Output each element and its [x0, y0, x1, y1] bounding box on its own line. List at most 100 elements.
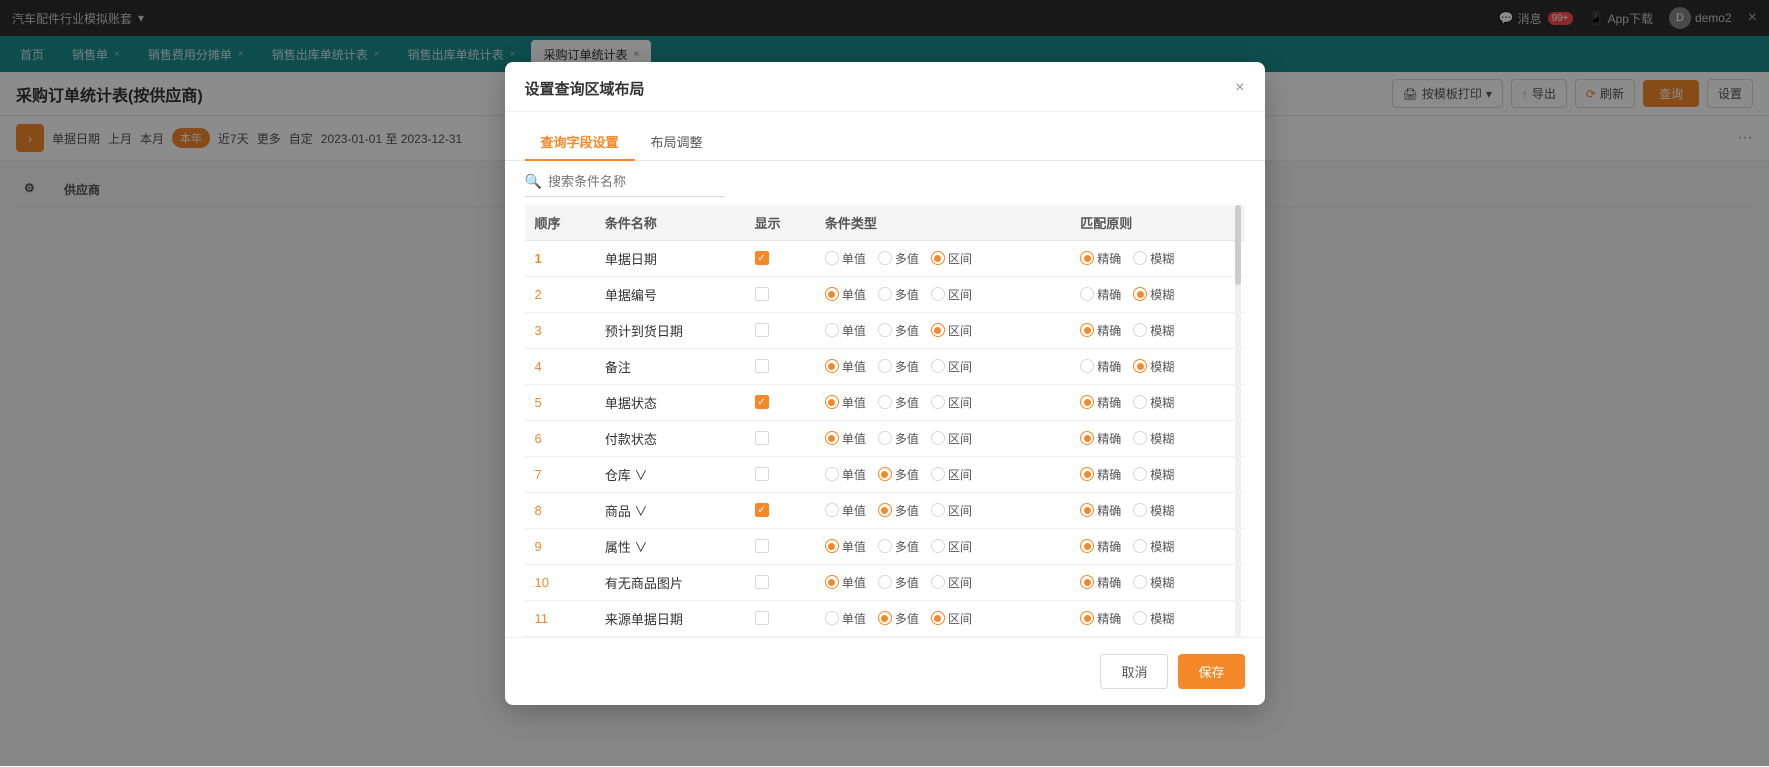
- type-multi-radio[interactable]: 多值: [878, 322, 919, 339]
- type-range-radio[interactable]: 区间: [931, 358, 972, 375]
- match-exact-radio[interactable]: 精确: [1080, 286, 1121, 303]
- type-multi-radio[interactable]: 多值: [878, 538, 919, 555]
- display-checkbox[interactable]: [755, 575, 769, 589]
- row-display[interactable]: ✓: [745, 384, 815, 420]
- save-button[interactable]: 保存: [1178, 654, 1244, 689]
- row-display[interactable]: [745, 600, 815, 636]
- display-checkbox[interactable]: [755, 539, 769, 553]
- row-order: 7: [525, 456, 595, 492]
- row-display[interactable]: [745, 276, 815, 312]
- match-exact-radio[interactable]: 精确: [1080, 538, 1121, 555]
- match-fuzzy-radio[interactable]: 模糊: [1133, 466, 1174, 483]
- type-range-radio[interactable]: 区间: [931, 574, 972, 591]
- row-display[interactable]: [745, 564, 815, 600]
- match-fuzzy-radio[interactable]: 模糊: [1133, 322, 1174, 339]
- type-multi-radio[interactable]: 多值: [878, 250, 919, 267]
- type-single-radio[interactable]: 单值: [825, 502, 866, 519]
- search-icon: 🔍: [525, 173, 542, 190]
- type-range-radio[interactable]: 区间: [931, 502, 972, 519]
- table-row: 1单据日期✓单值多值区间精确模糊: [525, 240, 1245, 276]
- match-fuzzy-radio[interactable]: 模糊: [1133, 574, 1174, 591]
- row-display[interactable]: [745, 456, 815, 492]
- tab-query-fields[interactable]: 查询字段设置: [525, 124, 635, 161]
- row-match: 精确模糊: [1070, 420, 1244, 456]
- match-exact-radio[interactable]: 精确: [1080, 466, 1121, 483]
- type-single-radio[interactable]: 单值: [825, 322, 866, 339]
- type-range-radio[interactable]: 区间: [931, 466, 972, 483]
- match-exact-radio[interactable]: 精确: [1080, 574, 1121, 591]
- type-range-radio[interactable]: 区间: [931, 250, 972, 267]
- type-range-radio[interactable]: 区间: [931, 538, 972, 555]
- row-name: 仓库 ∨: [595, 456, 745, 492]
- display-checkbox[interactable]: [755, 611, 769, 625]
- row-order: 11: [525, 600, 595, 636]
- type-multi-radio[interactable]: 多值: [878, 466, 919, 483]
- settings-modal: 设置查询区域布局 × 查询字段设置 布局调整 🔍 顺序: [505, 62, 1265, 705]
- match-fuzzy-radio[interactable]: 模糊: [1133, 394, 1174, 411]
- row-display[interactable]: ✓: [745, 240, 815, 276]
- scrollbar-thumb[interactable]: [1235, 205, 1241, 285]
- type-single-radio[interactable]: 单值: [825, 358, 866, 375]
- match-exact-radio[interactable]: 精确: [1080, 394, 1121, 411]
- type-multi-radio[interactable]: 多值: [878, 502, 919, 519]
- type-multi-radio[interactable]: 多值: [878, 610, 919, 627]
- display-checkbox[interactable]: [755, 323, 769, 337]
- row-type: 单值多值区间: [815, 348, 1070, 384]
- row-display[interactable]: [745, 312, 815, 348]
- row-type: 单值多值区间: [815, 528, 1070, 564]
- row-display[interactable]: [745, 420, 815, 456]
- type-single-radio[interactable]: 单值: [825, 610, 866, 627]
- row-display[interactable]: [745, 348, 815, 384]
- display-checkbox[interactable]: ✓: [755, 395, 769, 409]
- type-range-radio[interactable]: 区间: [931, 430, 972, 447]
- match-exact-radio[interactable]: 精确: [1080, 358, 1121, 375]
- type-single-radio[interactable]: 单值: [825, 286, 866, 303]
- display-checkbox[interactable]: [755, 467, 769, 481]
- row-name: 单据状态: [595, 384, 745, 420]
- match-exact-radio[interactable]: 精确: [1080, 250, 1121, 267]
- match-fuzzy-radio[interactable]: 模糊: [1133, 358, 1174, 375]
- modal-close-button[interactable]: ×: [1235, 80, 1244, 96]
- type-multi-radio[interactable]: 多值: [878, 574, 919, 591]
- type-range-radio[interactable]: 区间: [931, 322, 972, 339]
- match-fuzzy-radio[interactable]: 模糊: [1133, 286, 1174, 303]
- row-match: 精确模糊: [1070, 564, 1244, 600]
- display-checkbox[interactable]: ✓: [755, 503, 769, 517]
- table-row: 7仓库 ∨ 单值多值区间 精确模糊: [525, 456, 1245, 492]
- type-range-radio[interactable]: 区间: [931, 610, 972, 627]
- type-single-radio[interactable]: 单值: [825, 538, 866, 555]
- type-range-radio[interactable]: 区间: [931, 394, 972, 411]
- display-checkbox[interactable]: [755, 431, 769, 445]
- match-fuzzy-radio[interactable]: 模糊: [1133, 250, 1174, 267]
- type-single-radio[interactable]: 单值: [825, 430, 866, 447]
- match-fuzzy-radio[interactable]: 模糊: [1133, 502, 1174, 519]
- type-multi-radio[interactable]: 多值: [878, 430, 919, 447]
- type-multi-radio[interactable]: 多值: [878, 286, 919, 303]
- cancel-button[interactable]: 取消: [1100, 654, 1168, 689]
- type-single-radio[interactable]: 单值: [825, 394, 866, 411]
- type-multi-radio[interactable]: 多值: [878, 358, 919, 375]
- match-fuzzy-radio[interactable]: 模糊: [1133, 610, 1174, 627]
- match-exact-radio[interactable]: 精确: [1080, 502, 1121, 519]
- type-single-radio[interactable]: 单值: [825, 574, 866, 591]
- match-fuzzy-radio[interactable]: 模糊: [1133, 430, 1174, 447]
- scrollbar-track: [1235, 205, 1241, 637]
- row-match: 精确模糊: [1070, 276, 1244, 312]
- row-display[interactable]: ✓: [745, 492, 815, 528]
- table-row: 8商品 ∨✓单值多值区间精确模糊: [525, 492, 1245, 528]
- type-multi-radio[interactable]: 多值: [878, 394, 919, 411]
- match-fuzzy-radio[interactable]: 模糊: [1133, 538, 1174, 555]
- display-checkbox[interactable]: [755, 287, 769, 301]
- type-range-radio[interactable]: 区间: [931, 286, 972, 303]
- search-input[interactable]: [548, 174, 725, 189]
- type-single-radio[interactable]: 单值: [825, 466, 866, 483]
- match-exact-radio[interactable]: 精确: [1080, 610, 1121, 627]
- cancel-label: 取消: [1121, 665, 1147, 680]
- display-checkbox[interactable]: [755, 359, 769, 373]
- match-exact-radio[interactable]: 精确: [1080, 322, 1121, 339]
- display-checkbox[interactable]: ✓: [755, 251, 769, 265]
- match-exact-radio[interactable]: 精确: [1080, 430, 1121, 447]
- tab-layout-adjust[interactable]: 布局调整: [635, 124, 719, 161]
- type-single-radio[interactable]: 单值: [825, 250, 866, 267]
- row-display[interactable]: [745, 528, 815, 564]
